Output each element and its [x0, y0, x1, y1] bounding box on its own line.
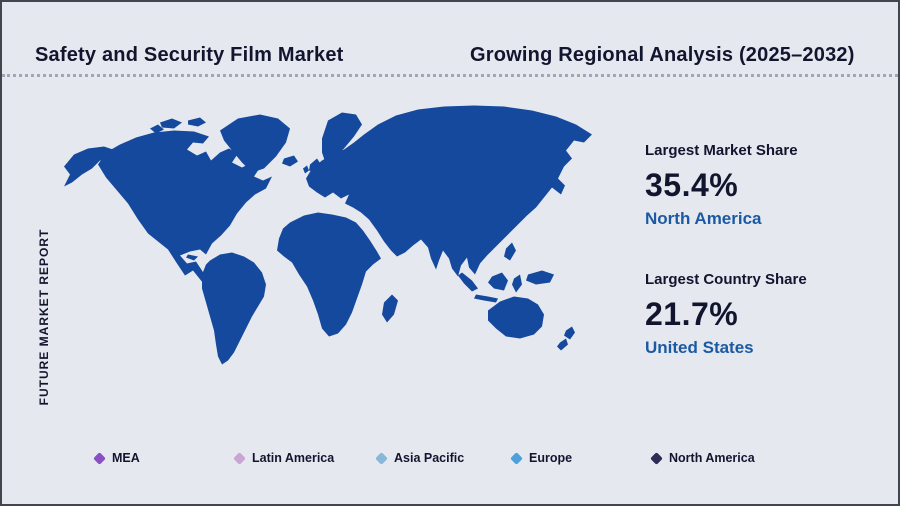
legend-dot-icon: [510, 451, 523, 465]
legend-dot-icon: [233, 451, 246, 465]
legend-item-latin-america: Latin America: [233, 448, 335, 468]
legend-dot-icon: [650, 451, 663, 465]
stat-region: North America: [645, 209, 762, 228]
dotted-divider: [2, 74, 898, 77]
stats-panel: Largest Market Share 35.4% North America…: [645, 142, 885, 400]
stat-label: Largest Country Share: [645, 271, 807, 288]
stat-region: United States: [645, 338, 754, 357]
legend-label: Latin America: [252, 451, 335, 465]
brand-vertical-label: FUTURE MARKET REPORT: [37, 228, 51, 406]
legend-item-mea: MEA: [93, 448, 140, 468]
stat-value: 35.4%: [645, 167, 739, 203]
legend-label: Europe: [529, 451, 573, 465]
infographic-frame: Safety and Security Film Market Growing …: [0, 0, 900, 506]
page-title: Safety and Security Film Market: [35, 44, 344, 66]
legend-item-europe: Europe: [510, 448, 573, 468]
legend: MEA Latin America Asia Pacific Europe No…: [2, 448, 898, 472]
continents: [64, 105, 592, 365]
stat-value: 21.7%: [645, 296, 739, 332]
legend-item-asia-pacific: Asia Pacific: [375, 448, 465, 468]
legend-item-north-america: North America: [650, 448, 755, 468]
stat-largest-country-share: Largest Country Share 21.7% United State…: [645, 271, 885, 358]
world-map-svg: [64, 105, 592, 365]
legend-dot-icon: [375, 451, 388, 465]
legend-dot-icon: [93, 451, 106, 465]
legend-label: Asia Pacific: [394, 451, 465, 465]
world-map: [60, 100, 605, 395]
legend-label: North America: [669, 451, 755, 465]
legend-label: MEA: [112, 451, 140, 465]
page-subtitle: Growing Regional Analysis (2025–2032): [470, 44, 855, 66]
stat-label: Largest Market Share: [645, 142, 798, 159]
stat-largest-market-share: Largest Market Share 35.4% North America: [645, 142, 885, 229]
